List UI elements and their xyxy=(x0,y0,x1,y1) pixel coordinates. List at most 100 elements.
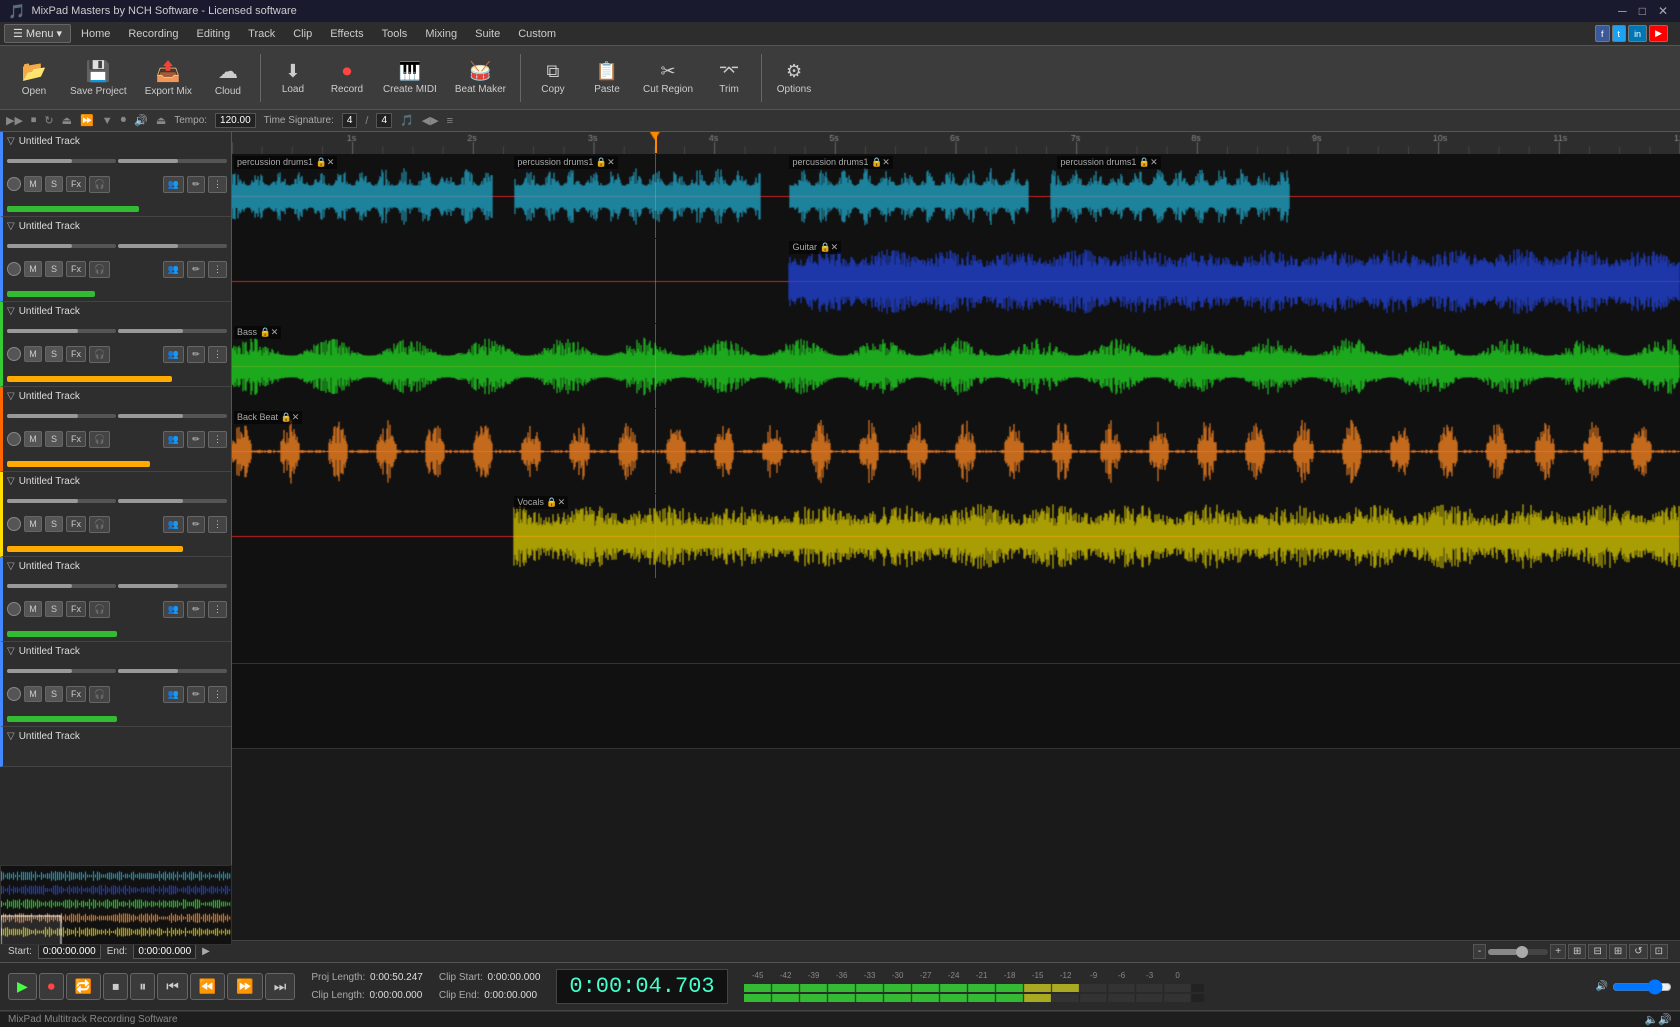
track-fx-btn-3[interactable]: Fx xyxy=(66,346,86,362)
time-sig-num[interactable]: 4 xyxy=(342,113,358,128)
loop-btn[interactable]: 🔁 xyxy=(66,973,101,1000)
track-expand-2[interactable]: ▽ xyxy=(7,221,15,232)
track-row-vocals[interactable]: Vocals 🔒✕ xyxy=(232,494,1680,579)
track-expand-6[interactable]: ▽ xyxy=(7,561,15,572)
close-btn[interactable]: ✕ xyxy=(1654,4,1672,18)
track-group-btn-7[interactable]: 👥 xyxy=(163,686,184,703)
track-record-btn-5[interactable] xyxy=(7,517,21,531)
zoom-slider[interactable] xyxy=(1488,949,1548,955)
menu-item-effects[interactable]: Effects xyxy=(322,26,371,42)
rewind-btn[interactable]: ⏪ xyxy=(190,973,225,1000)
track-headphones-btn-4[interactable]: 🎧 xyxy=(89,431,110,448)
rewind-start-btn[interactable]: ⏮ xyxy=(157,973,188,1000)
linkedin-btn[interactable]: in xyxy=(1628,25,1647,42)
track-fx-btn-1[interactable]: Fx xyxy=(66,176,86,192)
play-btn[interactable]: ▶ xyxy=(8,973,37,1000)
track-dots-btn-2[interactable]: ⋮ xyxy=(208,261,227,278)
export-mix-button[interactable]: 📤 Export Mix xyxy=(137,50,200,106)
track-headphones-btn-6[interactable]: 🎧 xyxy=(89,601,110,618)
track-fx-btn-4[interactable]: Fx xyxy=(66,431,86,447)
start-value[interactable]: 0:00:00.000 xyxy=(38,944,101,959)
menu-item-editing[interactable]: Editing xyxy=(189,26,239,42)
track-edit-btn-1[interactable]: ✏ xyxy=(187,176,205,193)
menu-item-clip[interactable]: Clip xyxy=(285,26,320,42)
zoom-in2-btn[interactable]: ⊞ xyxy=(1609,944,1627,959)
twitter-btn[interactable]: t xyxy=(1612,25,1627,42)
zoom-out2-btn[interactable]: ⊟ xyxy=(1588,944,1606,959)
track-expand-8[interactable]: ▽ xyxy=(7,731,15,742)
track-solo-btn-4[interactable]: S xyxy=(45,431,63,447)
track-dots-btn-5[interactable]: ⋮ xyxy=(208,516,227,533)
menu-item-home[interactable]: Home xyxy=(73,26,118,42)
beat-maker-button[interactable]: 🥁 Beat Maker xyxy=(447,50,514,106)
open-button[interactable]: 📂 Open xyxy=(8,50,60,106)
track-group-btn-5[interactable]: 👥 xyxy=(163,516,184,533)
record-button[interactable]: ⏺ Record xyxy=(321,50,373,106)
play-arrow[interactable]: ▶ xyxy=(202,946,210,957)
track-solo-btn-5[interactable]: S xyxy=(45,516,63,532)
track-edit-btn-4[interactable]: ✏ xyxy=(187,431,205,448)
end-value[interactable]: 0:00:00.000 xyxy=(133,944,196,959)
menu-item-suite[interactable]: Suite xyxy=(467,26,508,42)
track-headphones-btn-2[interactable]: 🎧 xyxy=(89,261,110,278)
time-sig-den[interactable]: 4 xyxy=(376,113,392,128)
timeline-ruler[interactable] xyxy=(232,132,1680,154)
track-edit-btn-5[interactable]: ✏ xyxy=(187,516,205,533)
stop-btn[interactable]: ⏹ xyxy=(103,973,128,1000)
track-solo-btn-2[interactable]: S xyxy=(45,261,63,277)
menu-item-recording[interactable]: Recording xyxy=(120,26,186,42)
track-headphones-btn-3[interactable]: 🎧 xyxy=(89,346,110,363)
cloud-button[interactable]: ☁ Cloud xyxy=(202,50,254,106)
youtube-btn[interactable]: ▶ xyxy=(1649,25,1668,42)
copy-button[interactable]: ⧉ Copy xyxy=(527,50,579,106)
trim-button[interactable]: ⌤ Trim xyxy=(703,50,755,106)
tempo-value[interactable]: 120.00 xyxy=(215,113,256,128)
track-record-btn-4[interactable] xyxy=(7,432,21,446)
track-row-bass[interactable]: Bass 🔒✕ xyxy=(232,324,1680,409)
create-midi-button[interactable]: 🎹 Create MIDI xyxy=(375,50,445,106)
track-mute-btn-2[interactable]: M xyxy=(24,261,42,277)
paste-button[interactable]: 📋 Paste xyxy=(581,50,633,106)
track-expand-5[interactable]: ▽ xyxy=(7,476,15,487)
track-record-btn-6[interactable] xyxy=(7,602,21,616)
track-headphones-btn-5[interactable]: 🎧 xyxy=(89,516,110,533)
track-row-empty-1[interactable] xyxy=(232,579,1680,664)
pause-btn[interactable]: ⏸ xyxy=(130,973,155,1000)
track-group-btn-3[interactable]: 👥 xyxy=(163,346,184,363)
track-row-empty-2[interactable] xyxy=(232,664,1680,749)
record-btn[interactable]: ⏺ xyxy=(39,973,64,1000)
track-expand-7[interactable]: ▽ xyxy=(7,646,15,657)
options-button[interactable]: ⚙ Options xyxy=(768,50,820,106)
track-fx-btn-7[interactable]: Fx xyxy=(66,686,86,702)
track-mute-btn-4[interactable]: M xyxy=(24,431,42,447)
track-mute-btn-7[interactable]: M xyxy=(24,686,42,702)
track-row-drums[interactable]: percussion drums1 🔒✕ percussion drums1 🔒… xyxy=(232,154,1680,239)
track-record-btn-3[interactable] xyxy=(7,347,21,361)
track-mute-btn-3[interactable]: M xyxy=(24,346,42,362)
minimize-btn[interactable]: ─ xyxy=(1614,4,1631,18)
zoom-fit-btn[interactable]: ⊞ xyxy=(1568,944,1586,959)
load-button[interactable]: ⬇ Load xyxy=(267,50,319,106)
cut-region-button[interactable]: ✂ Cut Region xyxy=(635,50,701,106)
facebook-btn[interactable]: f xyxy=(1595,25,1610,42)
track-fx-btn-5[interactable]: Fx xyxy=(66,516,86,532)
track-solo-btn-1[interactable]: S xyxy=(45,176,63,192)
save-project-button[interactable]: 💾 Save Project xyxy=(62,50,135,106)
track-group-btn-1[interactable]: 👥 xyxy=(163,176,184,193)
track-fx-btn-2[interactable]: Fx xyxy=(66,261,86,277)
track-fx-btn-6[interactable]: Fx xyxy=(66,601,86,617)
track-group-btn-4[interactable]: 👥 xyxy=(163,431,184,448)
maximize-btn[interactable]: □ xyxy=(1635,4,1650,18)
track-group-btn-6[interactable]: 👥 xyxy=(163,601,184,618)
zoom-reset-btn[interactable]: ↺ xyxy=(1629,944,1647,959)
track-record-btn-2[interactable] xyxy=(7,262,21,276)
track-edit-btn-7[interactable]: ✏ xyxy=(187,686,205,703)
track-group-btn-2[interactable]: 👥 xyxy=(163,261,184,278)
zoom-in-btn[interactable]: + xyxy=(1550,944,1566,959)
menu-item-track[interactable]: Track xyxy=(240,26,283,42)
track-dots-btn-3[interactable]: ⋮ xyxy=(208,346,227,363)
zoom-slider-handle[interactable] xyxy=(1516,946,1528,958)
zoom-out-btn[interactable]: - xyxy=(1473,944,1486,959)
track-expand-4[interactable]: ▽ xyxy=(7,391,15,402)
zoom-fitall-btn[interactable]: ⊡ xyxy=(1650,944,1668,959)
